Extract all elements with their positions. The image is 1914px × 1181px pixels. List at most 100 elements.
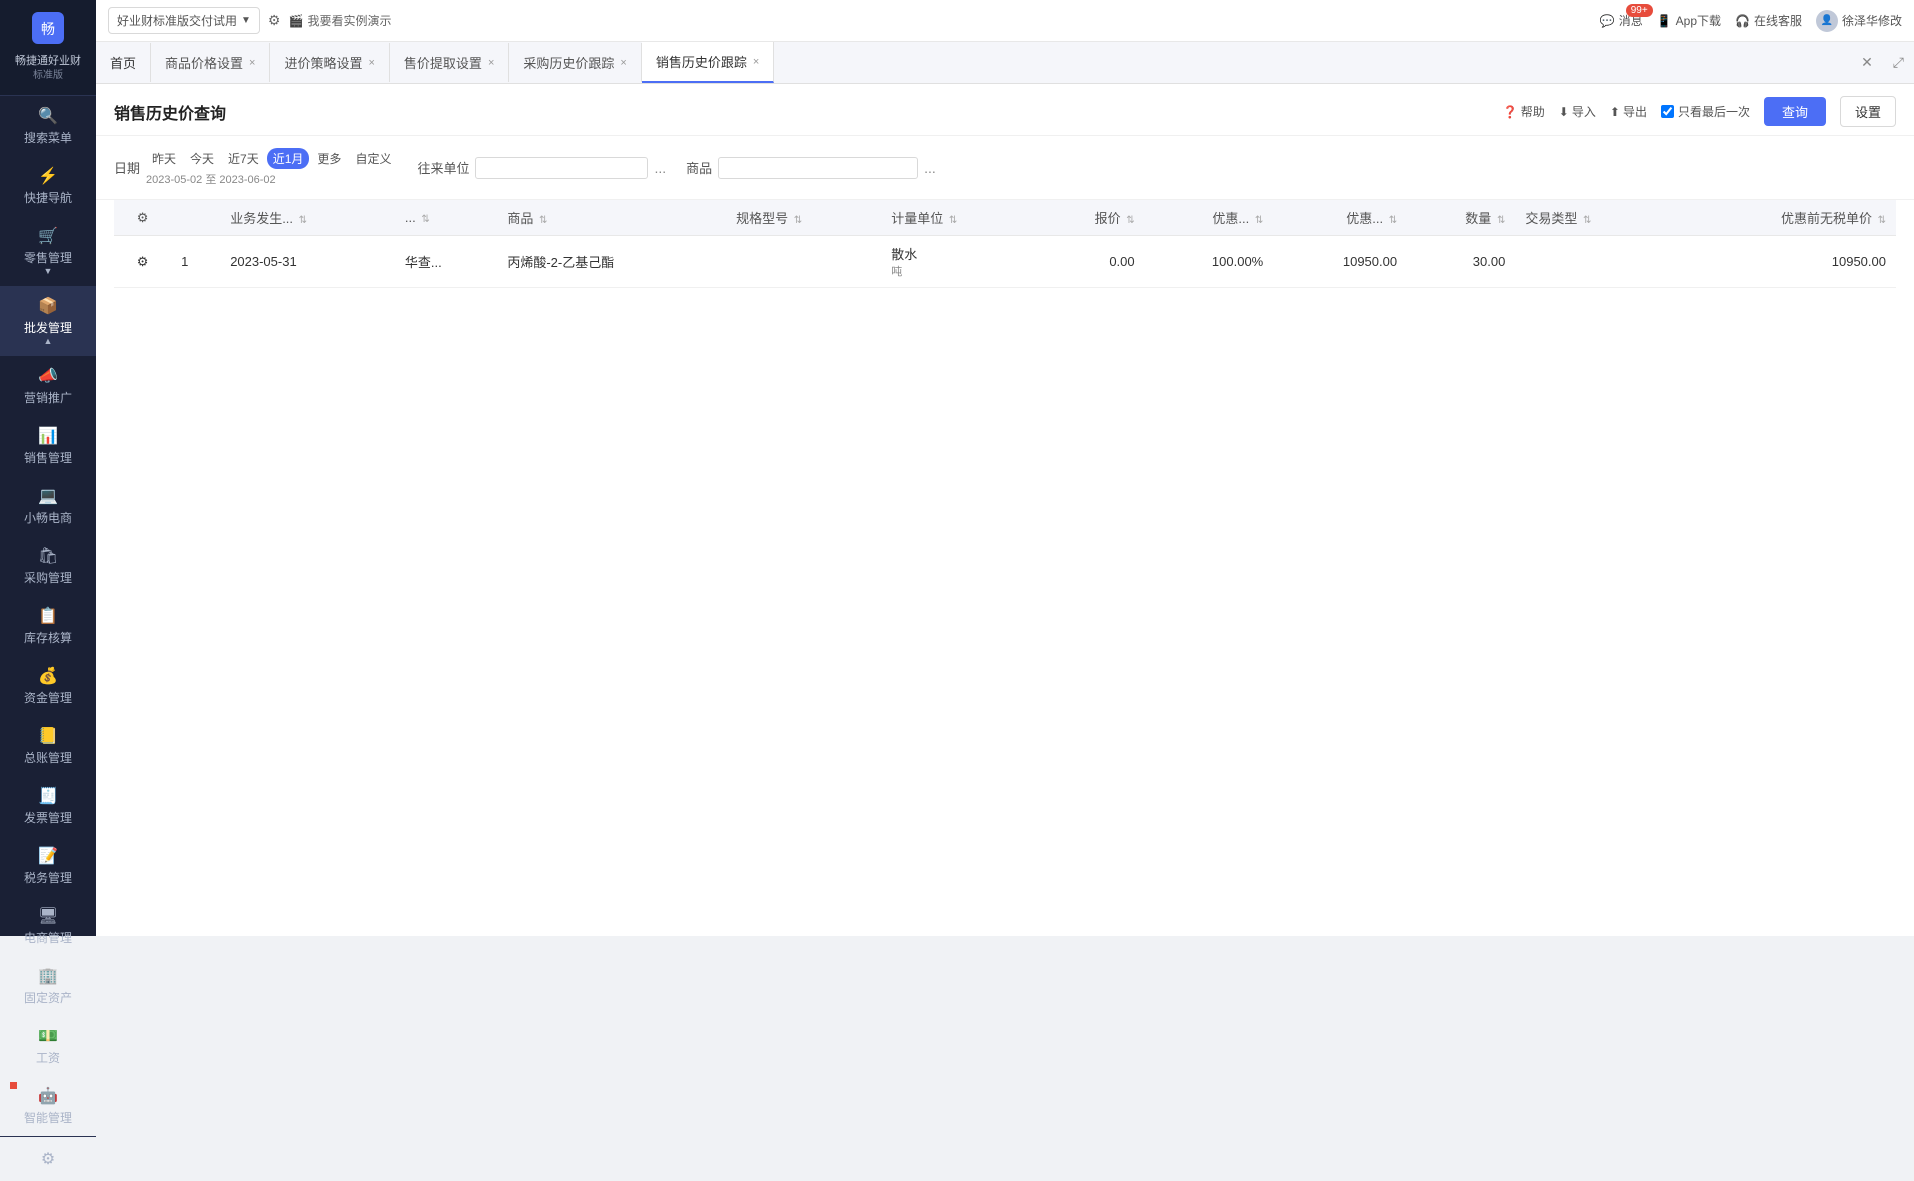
sidebar-item-label: 工资 bbox=[36, 1049, 60, 1066]
sidebar-item-label: 小畅电商 bbox=[24, 509, 72, 526]
product-dots-button[interactable]: ... bbox=[924, 160, 936, 176]
payroll-icon: 💵 bbox=[38, 1026, 58, 1046]
col-product[interactable]: 商品 ⇅ bbox=[497, 200, 726, 236]
wholesale-icon: 📦 bbox=[38, 296, 58, 316]
product-filter-group: 商品 ... bbox=[686, 157, 936, 179]
row-gear[interactable]: ⚙ bbox=[114, 236, 171, 288]
app-download-button[interactable]: 📱 App下载 bbox=[1657, 12, 1721, 29]
date-opt-today[interactable]: 今天 bbox=[184, 148, 220, 169]
sidebar-item-label: 总账管理 bbox=[24, 749, 72, 766]
sort-icon: ⇅ bbox=[794, 215, 802, 226]
topbar: 好业财标准版交付试用 ▼ ⚙ 🎬 我要看实例演示 💬 消息 99+ 📱 App下… bbox=[96, 0, 1914, 42]
date-opt-yesterday[interactable]: 昨天 bbox=[146, 148, 182, 169]
source-unit-input[interactable] bbox=[475, 157, 648, 179]
col-discount-val[interactable]: 优惠... ⇅ bbox=[1273, 200, 1407, 236]
sort-icon: ⇅ bbox=[1497, 215, 1505, 226]
sidebar-item-smart[interactable]: 🤖 智能管理 bbox=[0, 1076, 96, 1136]
date-opt-7days[interactable]: 近7天 bbox=[222, 148, 265, 169]
product-input[interactable] bbox=[718, 157, 918, 179]
setting-button[interactable]: 设置 bbox=[1840, 96, 1896, 127]
tab-price-extract[interactable]: 售价提取设置 × bbox=[390, 43, 509, 82]
sidebar: 畅 畅捷通好业财 标准版 🔍 搜索菜单 ⚡ 快捷导航 🛒 零售管理 ▼ 📦 批发… bbox=[0, 0, 96, 936]
chevron-down-icon: ▼ bbox=[241, 15, 251, 26]
col-spec[interactable]: 规格型号 ⇅ bbox=[726, 200, 881, 236]
sidebar-item-label: 电商管理 bbox=[24, 929, 72, 946]
col-unit-label: 计量单位 bbox=[891, 211, 943, 226]
tab-home[interactable]: 首页 bbox=[96, 43, 151, 82]
tab-close-icon[interactable]: × bbox=[488, 57, 494, 69]
tab-close-icon[interactable]: × bbox=[753, 56, 759, 68]
tab-close-icon[interactable]: × bbox=[249, 57, 255, 69]
query-button[interactable]: 查询 bbox=[1764, 97, 1826, 126]
tab-price-strategy[interactable]: 进价策略设置 × bbox=[270, 43, 389, 82]
help-button[interactable]: ❓ 帮助 bbox=[1503, 103, 1545, 120]
sidebar-item-wholesale[interactable]: 📦 批发管理 ▲ bbox=[0, 286, 96, 356]
message-button[interactable]: 💬 消息 99+ bbox=[1600, 12, 1643, 29]
page-title: 销售历史价查询 bbox=[114, 100, 226, 124]
app-download-label: App下载 bbox=[1676, 12, 1721, 29]
sidebar-item-ecom-small[interactable]: 💻 小畅电商 bbox=[0, 476, 96, 536]
col-gear[interactable]: ⚙ bbox=[114, 200, 171, 236]
message-badge: 99+ bbox=[1626, 4, 1653, 17]
col-pre-tax-price[interactable]: 优惠前无税单价 ⇅ bbox=[1670, 200, 1896, 236]
only-last-input[interactable] bbox=[1661, 105, 1674, 118]
sidebar-item-purchase[interactable]: 🛍 采购管理 bbox=[0, 536, 96, 596]
col-price-label: 报价 bbox=[1095, 211, 1121, 226]
message-icon: 💬 bbox=[1600, 14, 1615, 28]
lightning-icon: ⚡ bbox=[38, 166, 58, 186]
date-opt-more[interactable]: 更多 bbox=[311, 148, 347, 169]
fund-icon: 💰 bbox=[38, 666, 58, 686]
sidebar-item-sales[interactable]: 📊 销售管理 bbox=[0, 416, 96, 476]
col-price[interactable]: 报价 ⇅ bbox=[1036, 200, 1144, 236]
date-opt-1month[interactable]: 近1月 bbox=[267, 148, 310, 169]
retail-icon: 🛒 bbox=[38, 226, 58, 246]
source-unit-dots-button[interactable]: ... bbox=[654, 160, 666, 176]
tab-close-icon[interactable]: × bbox=[620, 57, 626, 69]
close-tab-button[interactable]: ✕ bbox=[1851, 46, 1883, 79]
sidebar-item-inventory[interactable]: 📋 库存核算 bbox=[0, 596, 96, 656]
invoice-icon: 🧾 bbox=[38, 786, 58, 806]
tab-sales-history[interactable]: 销售历史价跟踪 × bbox=[642, 42, 774, 83]
version-selector[interactable]: 好业财标准版交付试用 ▼ bbox=[108, 7, 260, 34]
import-button[interactable]: ⬇ 导入 bbox=[1559, 103, 1596, 120]
row-discount-pct: 100.00% bbox=[1145, 236, 1274, 288]
sidebar-item-retail[interactable]: 🛒 零售管理 ▼ bbox=[0, 216, 96, 286]
tab-price-settings[interactable]: 商品价格设置 × bbox=[151, 43, 270, 82]
tab-close-icon[interactable]: × bbox=[368, 57, 374, 69]
user-name: 徐泽华修改 bbox=[1842, 12, 1902, 29]
sidebar-gear-button[interactable]: ⚙ bbox=[0, 1137, 96, 1181]
tabbar: 首页 商品价格设置 × 进价策略设置 × 售价提取设置 × 采购历史价跟踪 × … bbox=[96, 42, 1914, 84]
sidebar-item-fund[interactable]: 💰 资金管理 bbox=[0, 656, 96, 716]
sidebar-item-search[interactable]: 🔍 搜索菜单 bbox=[0, 96, 96, 156]
sidebar-item-assets[interactable]: 🏢 固定资产 bbox=[0, 956, 96, 1016]
sidebar-item-tax[interactable]: 📝 税务管理 bbox=[0, 836, 96, 896]
row-spec bbox=[726, 236, 881, 288]
col-qty[interactable]: 数量 ⇅ bbox=[1407, 200, 1515, 236]
demo-button[interactable]: 🎬 我要看实例演示 bbox=[288, 12, 391, 29]
sidebar-item-ecom[interactable]: 🖥 电商管理 bbox=[0, 896, 96, 956]
col-biz-date[interactable]: 业务发生... ⇅ bbox=[220, 200, 395, 236]
export-button[interactable]: ⬆ 导出 bbox=[1610, 103, 1647, 120]
col-dots[interactable]: ... ⇅ bbox=[395, 200, 498, 236]
col-unit[interactable]: 计量单位 ⇅ bbox=[881, 200, 1036, 236]
sidebar-item-ledger[interactable]: 📒 总账管理 bbox=[0, 716, 96, 776]
col-discount-pct[interactable]: 优惠... ⇅ bbox=[1145, 200, 1274, 236]
sidebar-item-marketing[interactable]: 📣 营销推广 bbox=[0, 356, 96, 416]
sidebar-item-quick-nav[interactable]: ⚡ 快捷导航 bbox=[0, 156, 96, 216]
maximize-button[interactable]: ⤢ bbox=[1883, 46, 1914, 79]
sidebar-item-invoice[interactable]: 🧾 发票管理 bbox=[0, 776, 96, 836]
inventory-icon: 📋 bbox=[38, 606, 58, 626]
user-menu[interactable]: 👤 徐泽华修改 bbox=[1816, 10, 1902, 32]
tab-sales-history-label: 销售历史价跟踪 bbox=[656, 52, 747, 71]
sidebar-item-payroll[interactable]: 💵 工资 bbox=[0, 1016, 96, 1076]
sort-icon: ⇅ bbox=[1389, 215, 1397, 226]
sidebar-item-label: 搜索菜单 bbox=[24, 129, 72, 146]
sidebar-item-label: 零售管理 bbox=[24, 249, 72, 266]
sidebar-item-label: 采购管理 bbox=[24, 569, 72, 586]
col-trans-type[interactable]: 交易类型 ⇅ bbox=[1515, 200, 1670, 236]
tab-purchase-history[interactable]: 采购历史价跟踪 × bbox=[509, 43, 641, 82]
date-opt-custom[interactable]: 自定义 bbox=[349, 148, 397, 169]
only-last-checkbox[interactable]: 只看最后一次 bbox=[1661, 103, 1750, 120]
online-service-button[interactable]: 🎧 在线客服 bbox=[1735, 12, 1802, 29]
topbar-gear-button[interactable]: ⚙ bbox=[268, 12, 281, 29]
